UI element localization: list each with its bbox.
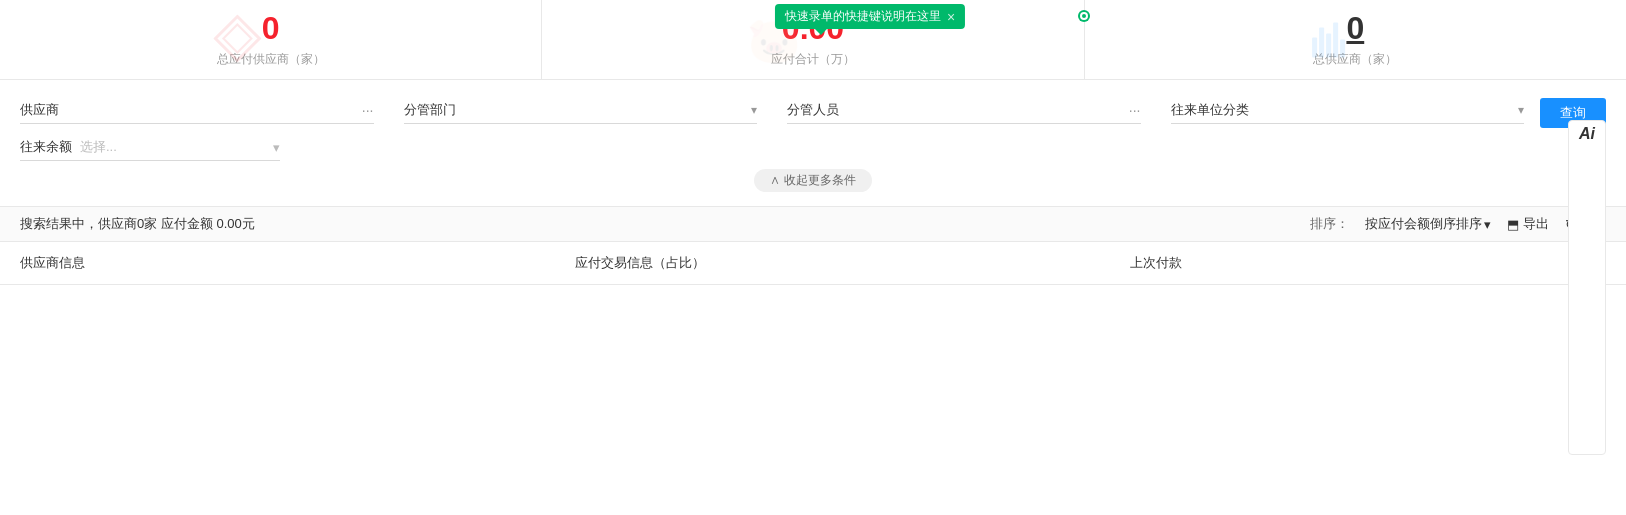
stat-payable-suppliers: 0 总应付供应商（家） [0,0,542,79]
balance-arrow: ▾ [273,140,280,155]
diamond-icon [213,14,261,62]
payable-suppliers-number: 0 [262,11,280,46]
search-area: 供应商 ··· 分管部门 ▾ 分管人员 ··· 往来单位分类 ▾ 查询 往来余额 [0,80,1626,207]
export-label: 导出 [1523,215,1549,233]
person-dots[interactable]: ··· [1129,102,1141,118]
tooltip-close-btn[interactable]: × [947,10,955,24]
stat-total-suppliers: 0 总供应商（家） [1085,0,1626,79]
dept-field: 分管部门 ▾ [404,101,758,124]
ai-badge[interactable]: Ai [1568,120,1606,455]
export-button[interactable]: ⬒ 导出 [1507,215,1549,233]
export-icon: ⬒ [1507,217,1519,232]
supplier-dots[interactable]: ··· [362,102,374,118]
unit-category-arrow[interactable]: ▾ [1518,103,1524,117]
sort-value: 按应付会额倒序排序 [1365,215,1482,233]
table-body [0,285,1626,515]
sort-label: 排序： [1310,215,1349,233]
unit-category-field: 往来单位分类 ▾ [1171,101,1525,124]
unit-category-label: 往来单位分类 [1171,101,1249,119]
dept-arrow[interactable]: ▾ [751,103,757,117]
bank-icon [1312,22,1345,57]
balance-label: 往来余额 [20,138,72,156]
balance-select[interactable]: 选择... ▾ [80,138,280,156]
unit-category-input[interactable] [1257,102,1515,117]
dept-label: 分管部门 [404,101,456,119]
person-field: 分管人员 ··· [787,101,1141,124]
col-transaction-info: 应付交易信息（占比） [575,254,1130,272]
results-actions: 排序： 按应付会额倒序排序 ▾ ⬒ 导出 ↻ 刷新 [1310,215,1606,233]
col-last-payment: 上次付款 [1130,254,1606,272]
collapse-button[interactable]: ∧ 收起更多条件 [754,169,871,192]
supplier-input[interactable] [67,102,358,117]
balance-field: 往来余额 选择... ▾ [20,138,280,161]
sort-arrow: ▾ [1484,217,1491,232]
search-row-1: 供应商 ··· 分管部门 ▾ 分管人员 ··· 往来单位分类 ▾ 查询 [20,96,1606,128]
person-input[interactable] [847,102,1125,117]
svg-marker-1 [223,24,251,52]
tooltip-text: 快速录单的快捷键说明在这里 [785,8,941,25]
dept-input[interactable] [464,102,748,117]
supplier-label: 供应商 [20,101,59,119]
person-label: 分管人员 [787,101,839,119]
top-stats-bar: 0 总应付供应商（家） 快速录单的快捷键说明在这里 × 🐷 0.00 应付合计（… [0,0,1626,80]
supplier-field: 供应商 ··· [20,101,374,124]
collapse-section: ∧ 收起更多条件 [20,161,1606,196]
search-row-2: 往来余额 选择... ▾ [20,138,1606,161]
tooltip-bubble: 快速录单的快捷键说明在这里 × [775,4,965,29]
balance-placeholder: 选择... [80,138,117,156]
total-suppliers-number: 0 [1346,11,1364,46]
col-supplier-info: 供应商信息 [20,254,575,272]
results-info: 搜索结果中，供应商0家 应付金额 0.00元 [20,215,255,233]
sort-select[interactable]: 按应付会额倒序排序 ▾ [1365,215,1491,233]
stat-payable-total: 快速录单的快捷键说明在这里 × 🐷 0.00 应付合计（万） [542,0,1084,79]
table-header: 供应商信息 应付交易信息（占比） 上次付款 [0,242,1626,285]
results-bar: 搜索结果中，供应商0家 应付金额 0.00元 排序： 按应付会额倒序排序 ▾ ⬒… [0,207,1626,242]
